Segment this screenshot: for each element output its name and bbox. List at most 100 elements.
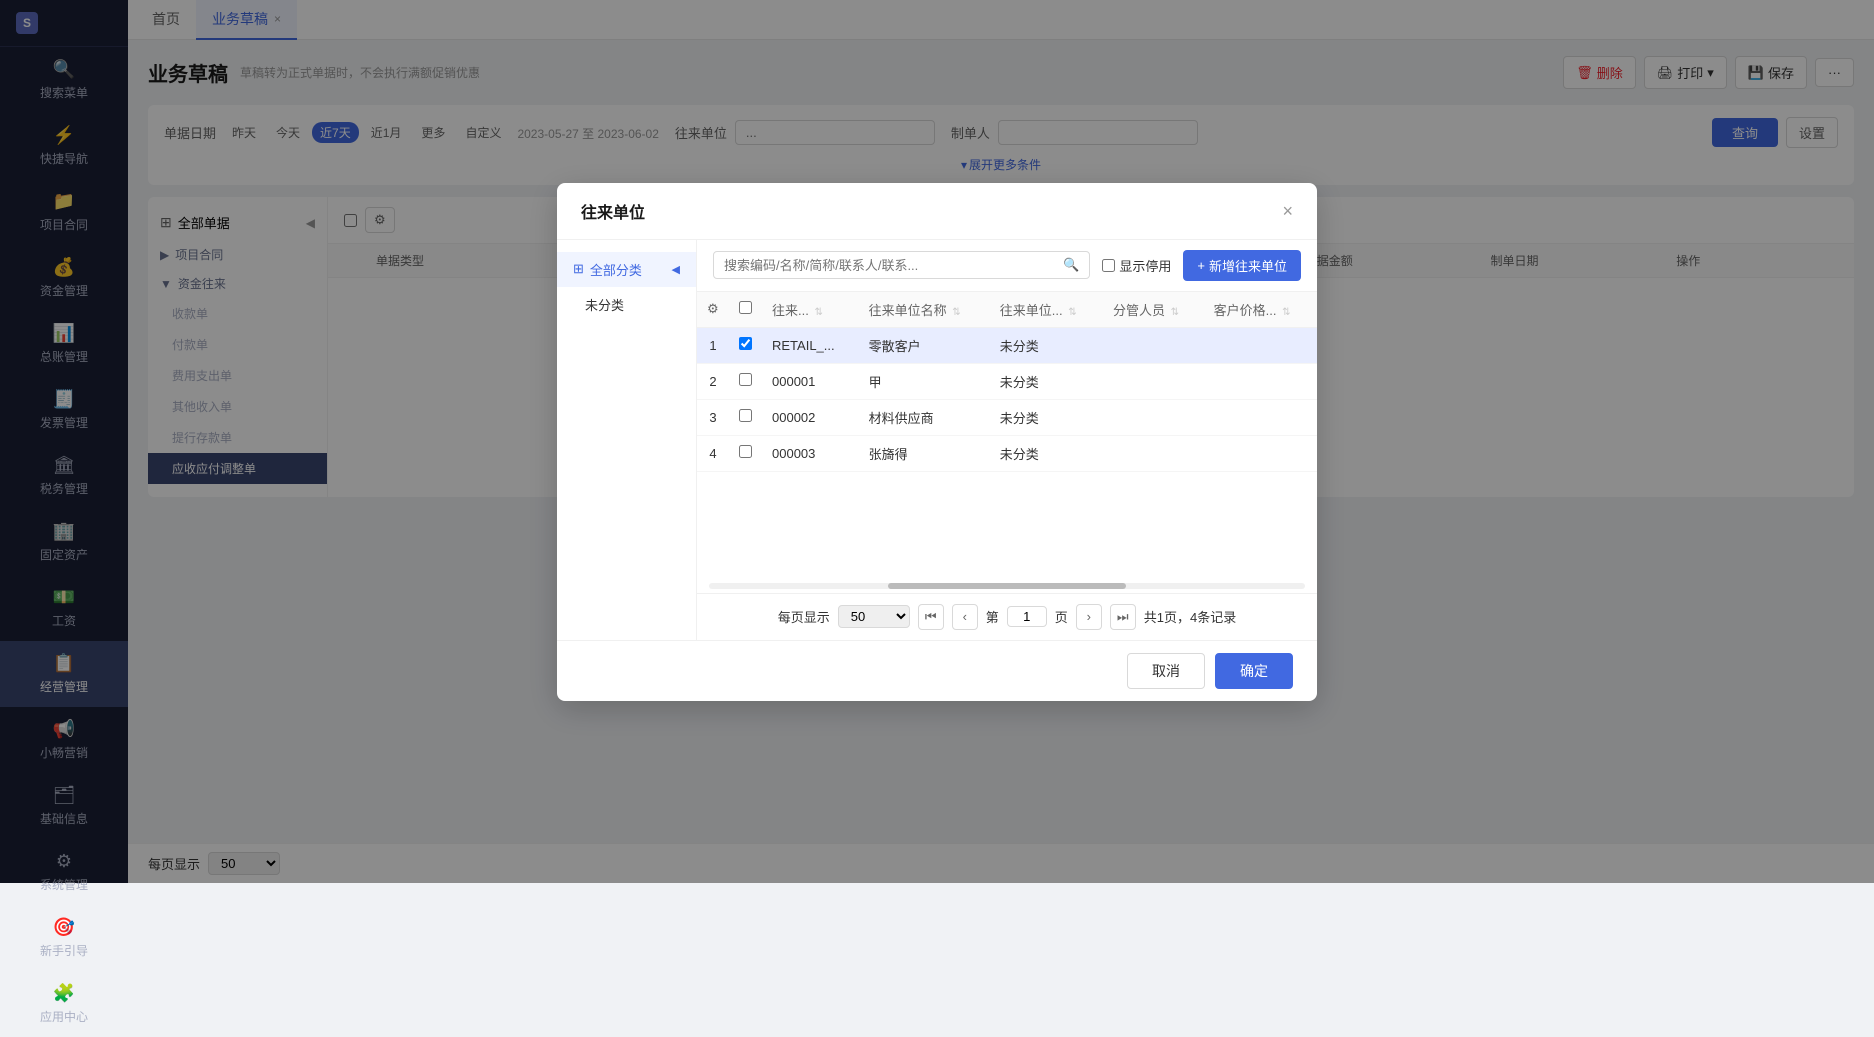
modal-footer: 取消 确定 xyxy=(557,640,1317,701)
first-page-button[interactable]: ⏮ xyxy=(918,604,944,630)
table-row[interactable]: 1 RETAIL_... 零散客户 未分类 xyxy=(697,327,1317,363)
search-icon: 🔍 xyxy=(1063,257,1079,273)
cancel-button[interactable]: 取消 xyxy=(1127,653,1205,689)
th-code-label: 往来... xyxy=(772,303,809,318)
show-disabled-checkbox[interactable] xyxy=(1102,259,1115,272)
modal-search-input[interactable] xyxy=(724,258,1059,273)
sort-icon: ⇅ xyxy=(1282,307,1290,318)
sidebar-item-label: 新手引导 xyxy=(40,942,88,959)
per-page-select[interactable]: 50 20 100 xyxy=(838,605,910,628)
row-code: 000002 xyxy=(762,399,859,435)
per-page-label: 每页显示 xyxy=(778,607,830,626)
row-num: 4 xyxy=(709,446,716,461)
th-name[interactable]: 往来单位名称 ⇅ xyxy=(859,292,990,328)
sidebar-item-appstore[interactable]: 🧩 应用中心 xyxy=(0,971,128,1037)
scrollbar-thumb[interactable] xyxy=(888,583,1126,589)
modal-pagination: 每页显示 50 20 100 ⏮ ‹ 第 页 › ⏭ 共1页，4条记录 xyxy=(697,593,1317,640)
row-category: 未分类 xyxy=(990,435,1103,471)
row-category: 未分类 xyxy=(990,363,1103,399)
row-num: 1 xyxy=(709,338,716,353)
table-row[interactable]: 2 000001 甲 未分类 xyxy=(697,363,1317,399)
row-checkbox[interactable] xyxy=(739,373,752,386)
row-name: 零散客户 xyxy=(859,327,990,363)
sort-icon: ⇅ xyxy=(814,307,822,318)
sort-icon: ⇅ xyxy=(1171,307,1179,318)
row-check[interactable] xyxy=(729,399,762,435)
th-category[interactable]: 往来单位... ⇅ xyxy=(990,292,1103,328)
confirm-button[interactable]: 确定 xyxy=(1215,653,1293,689)
row-category: 未分类 xyxy=(990,327,1103,363)
search-box: 🔍 xyxy=(713,251,1090,279)
th-price-level[interactable]: 客户价格... ⇅ xyxy=(1204,292,1317,328)
add-partner-button[interactable]: + 新增往来单位 xyxy=(1183,250,1301,281)
modal-content: 🔍 显示停用 + 新增往来单位 xyxy=(697,240,1317,640)
row-name: 甲 xyxy=(859,363,990,399)
next-page-button[interactable]: › xyxy=(1076,604,1102,630)
sidebar-item-guide[interactable]: 🎯 新手引导 xyxy=(0,905,128,971)
row-checkbox[interactable] xyxy=(739,445,752,458)
row-salesperson xyxy=(1103,363,1204,399)
modal-overlay: 往来单位 × ⊞ 全部分类 ◀ 未分类 xyxy=(0,0,1874,883)
row-checkbox[interactable] xyxy=(739,409,752,422)
table-select-all[interactable] xyxy=(739,301,752,314)
row-price-level xyxy=(1204,399,1317,435)
modal-header: 往来单位 × xyxy=(557,183,1317,240)
plus-icon: + xyxy=(1197,258,1205,273)
row-code: RETAIL_... xyxy=(762,327,859,363)
th-price-level-label: 客户价格... xyxy=(1214,303,1277,318)
row-code: 000003 xyxy=(762,435,859,471)
add-partner-label: 新增往来单位 xyxy=(1209,256,1287,275)
th-settings[interactable]: ⚙ xyxy=(697,292,729,328)
modal-table: ⚙ 往来... ⇅ 往来单位名称 ⇅ xyxy=(697,292,1317,579)
page-label: 第 xyxy=(986,607,999,626)
row-check[interactable] xyxy=(729,435,762,471)
prev-page-button[interactable]: ‹ xyxy=(952,604,978,630)
sidebar-item-label: 应用中心 xyxy=(40,1008,88,1025)
th-salesperson-label: 分管人员 xyxy=(1113,303,1165,318)
modal-sidebar-all-label: 全部分类 xyxy=(590,260,642,279)
row-salesperson xyxy=(1103,435,1204,471)
th-check xyxy=(729,292,762,328)
row-checkbox[interactable] xyxy=(739,337,752,350)
row-num: 2 xyxy=(709,374,716,389)
last-page-button[interactable]: ⏭ xyxy=(1110,604,1136,630)
appstore-icon: 🧩 xyxy=(53,983,75,1004)
table-row[interactable]: 3 000002 材料供应商 未分类 xyxy=(697,399,1317,435)
modal-sidebar: ⊞ 全部分类 ◀ 未分类 xyxy=(557,240,697,640)
collapse-icon[interactable]: ◀ xyxy=(672,263,680,276)
show-disabled-label: 显示停用 xyxy=(1102,256,1171,275)
row-price-level xyxy=(1204,363,1317,399)
total-records: 共1页，4条记录 xyxy=(1144,607,1236,626)
partner-modal: 往来单位 × ⊞ 全部分类 ◀ 未分类 xyxy=(557,183,1317,701)
row-category: 未分类 xyxy=(990,399,1103,435)
horizontal-scrollbar[interactable] xyxy=(709,583,1305,589)
modal-sidebar-all[interactable]: ⊞ 全部分类 ◀ xyxy=(557,252,696,287)
modal-title: 往来单位 xyxy=(581,199,645,223)
partners-table: ⚙ 往来... ⇅ 往来单位名称 ⇅ xyxy=(697,292,1317,472)
sort-icon: ⇅ xyxy=(952,307,960,318)
row-price-level xyxy=(1204,327,1317,363)
guide-icon: 🎯 xyxy=(53,917,75,938)
modal-close-button[interactable]: × xyxy=(1282,202,1293,220)
row-settings: 3 xyxy=(697,399,729,435)
page-suffix: 页 xyxy=(1055,607,1068,626)
sort-icon: ⇅ xyxy=(1068,307,1076,318)
table-row[interactable]: 4 000003 张旖得 未分类 xyxy=(697,435,1317,471)
row-price-level xyxy=(1204,435,1317,471)
row-settings: 1 xyxy=(697,327,729,363)
row-check[interactable] xyxy=(729,363,762,399)
row-check[interactable] xyxy=(729,327,762,363)
row-code: 000001 xyxy=(762,363,859,399)
modal-sidebar-item-label: 未分类 xyxy=(585,295,624,314)
th-salesperson[interactable]: 分管人员 ⇅ xyxy=(1103,292,1204,328)
row-name: 张旖得 xyxy=(859,435,990,471)
th-code[interactable]: 往来... ⇅ xyxy=(762,292,859,328)
page-number-input[interactable] xyxy=(1007,606,1047,627)
row-settings: 2 xyxy=(697,363,729,399)
modal-body: ⊞ 全部分类 ◀ 未分类 🔍 显示停用 xyxy=(557,240,1317,640)
row-settings: 4 xyxy=(697,435,729,471)
modal-sidebar-unclassified[interactable]: 未分类 xyxy=(557,287,696,322)
show-disabled-text: 显示停用 xyxy=(1119,256,1171,275)
row-name: 材料供应商 xyxy=(859,399,990,435)
th-category-label: 往来单位... xyxy=(1000,303,1063,318)
